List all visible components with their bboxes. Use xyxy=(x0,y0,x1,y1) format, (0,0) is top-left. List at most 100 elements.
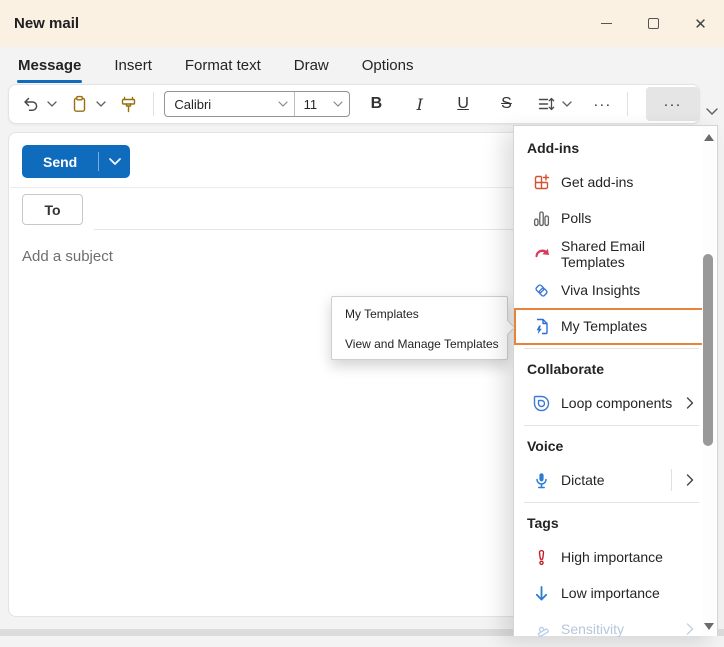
titlebar: New mail ✕ xyxy=(0,0,724,47)
panel-item-viva-insights[interactable]: Viva Insights xyxy=(514,272,702,308)
close-button[interactable]: ✕ xyxy=(677,0,724,47)
tab-insert[interactable]: Insert xyxy=(113,55,153,76)
panel-item-loop-components[interactable]: Loop components xyxy=(514,385,702,421)
chevron-down-icon xyxy=(96,101,106,107)
sensitivity-icon xyxy=(531,619,551,639)
panel-item-label: Shared Email Templates xyxy=(561,238,694,270)
section-header-voice: Voice xyxy=(514,430,717,462)
underline-button[interactable]: U xyxy=(446,89,479,119)
section-header-collaborate: Collaborate xyxy=(514,353,717,385)
ribbon-toolbar: Calibri 11 B I U S ··· ··· xyxy=(8,84,700,124)
chevron-down-icon xyxy=(109,158,121,165)
shared-email-templates-icon xyxy=(531,244,551,264)
font-controls: Calibri 11 xyxy=(164,91,349,117)
tab-format-text[interactable]: Format text xyxy=(184,55,262,76)
panel-item-high-importance[interactable]: High importance xyxy=(514,539,702,575)
more-options-button[interactable]: ··· xyxy=(646,87,699,121)
scroll-down-icon[interactable] xyxy=(704,623,714,630)
chevron-down-icon xyxy=(562,101,572,107)
panel-item-shared-email-templates[interactable]: Shared Email Templates xyxy=(514,236,702,272)
undo-icon xyxy=(21,95,40,114)
minimize-button[interactable] xyxy=(583,0,630,47)
font-size-value: 11 xyxy=(304,97,333,112)
my-templates-icon xyxy=(531,316,551,336)
paste-button[interactable] xyxy=(65,89,92,119)
dictate-options-button[interactable] xyxy=(686,474,694,486)
italic-button[interactable]: I xyxy=(403,89,436,119)
chevron-right-icon xyxy=(686,623,694,635)
line-spacing-icon xyxy=(537,95,555,113)
chevron-right-icon xyxy=(686,397,694,409)
panel-item-label: Polls xyxy=(561,210,591,226)
scrollbar-thumb[interactable] xyxy=(703,254,713,446)
chevron-down-icon xyxy=(706,108,718,115)
strikethrough-button[interactable]: S xyxy=(490,89,523,119)
send-options-button[interactable] xyxy=(99,145,130,178)
maximize-button[interactable] xyxy=(630,0,677,47)
minimize-icon xyxy=(601,23,612,24)
section-header-add-ins: Add-ins xyxy=(514,132,717,164)
high-importance-icon xyxy=(531,547,551,567)
menu-item-view-and-manage-templates[interactable]: View and Manage Templates xyxy=(332,329,507,359)
section-divider xyxy=(524,425,699,426)
send-split-button: Send xyxy=(22,145,130,178)
panel-item-low-importance[interactable]: Low importance xyxy=(514,575,702,611)
panel-item-polls[interactable]: Polls xyxy=(514,200,702,236)
undo-button[interactable] xyxy=(17,89,44,119)
format-painter-icon xyxy=(119,95,138,114)
panel-item-label: Get add-ins xyxy=(561,174,633,190)
font-size-select[interactable]: 11 xyxy=(295,92,349,116)
chevron-down-icon xyxy=(278,101,288,107)
chevron-right-icon xyxy=(686,474,694,486)
subject-input[interactable]: Add a subject xyxy=(22,248,113,265)
panel-item-label: My Templates xyxy=(561,318,647,334)
send-button[interactable]: Send xyxy=(22,145,98,178)
scroll-up-icon[interactable] xyxy=(704,134,714,141)
font-name-select[interactable]: Calibri xyxy=(165,92,294,116)
chevron-down-icon xyxy=(333,101,343,107)
font-name-value: Calibri xyxy=(174,97,277,112)
viva-insights-icon xyxy=(531,280,551,300)
section-divider xyxy=(524,348,699,349)
clipboard-paste-icon xyxy=(70,95,89,114)
panel-item-get-add-ins[interactable]: Get add-ins xyxy=(514,164,702,200)
my-templates-dropdown: My Templates View and Manage Templates xyxy=(331,296,508,360)
format-painter-button[interactable] xyxy=(114,89,143,119)
window-title: New mail xyxy=(14,15,79,32)
toolbar-separator xyxy=(627,92,628,116)
bold-button[interactable]: B xyxy=(360,89,393,119)
chevron-down-icon xyxy=(47,101,57,107)
undo-dropdown-button[interactable] xyxy=(47,101,57,107)
maximize-icon xyxy=(648,18,659,29)
panel-item-my-templates[interactable]: My Templates xyxy=(514,308,702,344)
tab-options[interactable]: Options xyxy=(361,55,415,76)
panel-item-label: High importance xyxy=(561,549,663,565)
section-divider xyxy=(524,502,699,503)
tab-draw[interactable]: Draw xyxy=(293,55,330,76)
more-formatting-button[interactable]: ··· xyxy=(588,89,617,119)
panel-item-sensitivity[interactable]: Sensitivity xyxy=(514,611,702,647)
panel-item-dictate[interactable]: Dictate xyxy=(514,462,702,498)
ribbon-collapse-button[interactable] xyxy=(701,99,722,123)
panel-scrollbar[interactable] xyxy=(702,126,716,636)
panel-item-label: Viva Insights xyxy=(561,282,640,298)
toolbar-separator xyxy=(153,92,154,116)
dictate-icon xyxy=(531,470,551,490)
line-spacing-button[interactable] xyxy=(533,89,559,119)
paste-dropdown-button[interactable] xyxy=(96,101,106,107)
panel-item-label: Sensitivity xyxy=(561,621,624,637)
loop-components-icon xyxy=(531,393,551,413)
panel-item-label: Dictate xyxy=(561,472,605,488)
polls-icon xyxy=(531,208,551,228)
get-add-ins-icon xyxy=(531,172,551,192)
panel-item-label: Loop components xyxy=(561,395,672,411)
line-spacing-dropdown-button[interactable] xyxy=(562,101,572,107)
split-divider xyxy=(671,469,672,491)
menu-item-my-templates[interactable]: My Templates xyxy=(332,299,507,329)
to-button[interactable]: To xyxy=(22,194,83,225)
ribbon-tab-row: Message Insert Format text Draw Options xyxy=(0,47,724,84)
section-header-tags: Tags xyxy=(514,507,717,539)
tab-message[interactable]: Message xyxy=(17,55,82,76)
window-controls: ✕ xyxy=(583,0,724,47)
panel-item-label: Low importance xyxy=(561,585,660,601)
